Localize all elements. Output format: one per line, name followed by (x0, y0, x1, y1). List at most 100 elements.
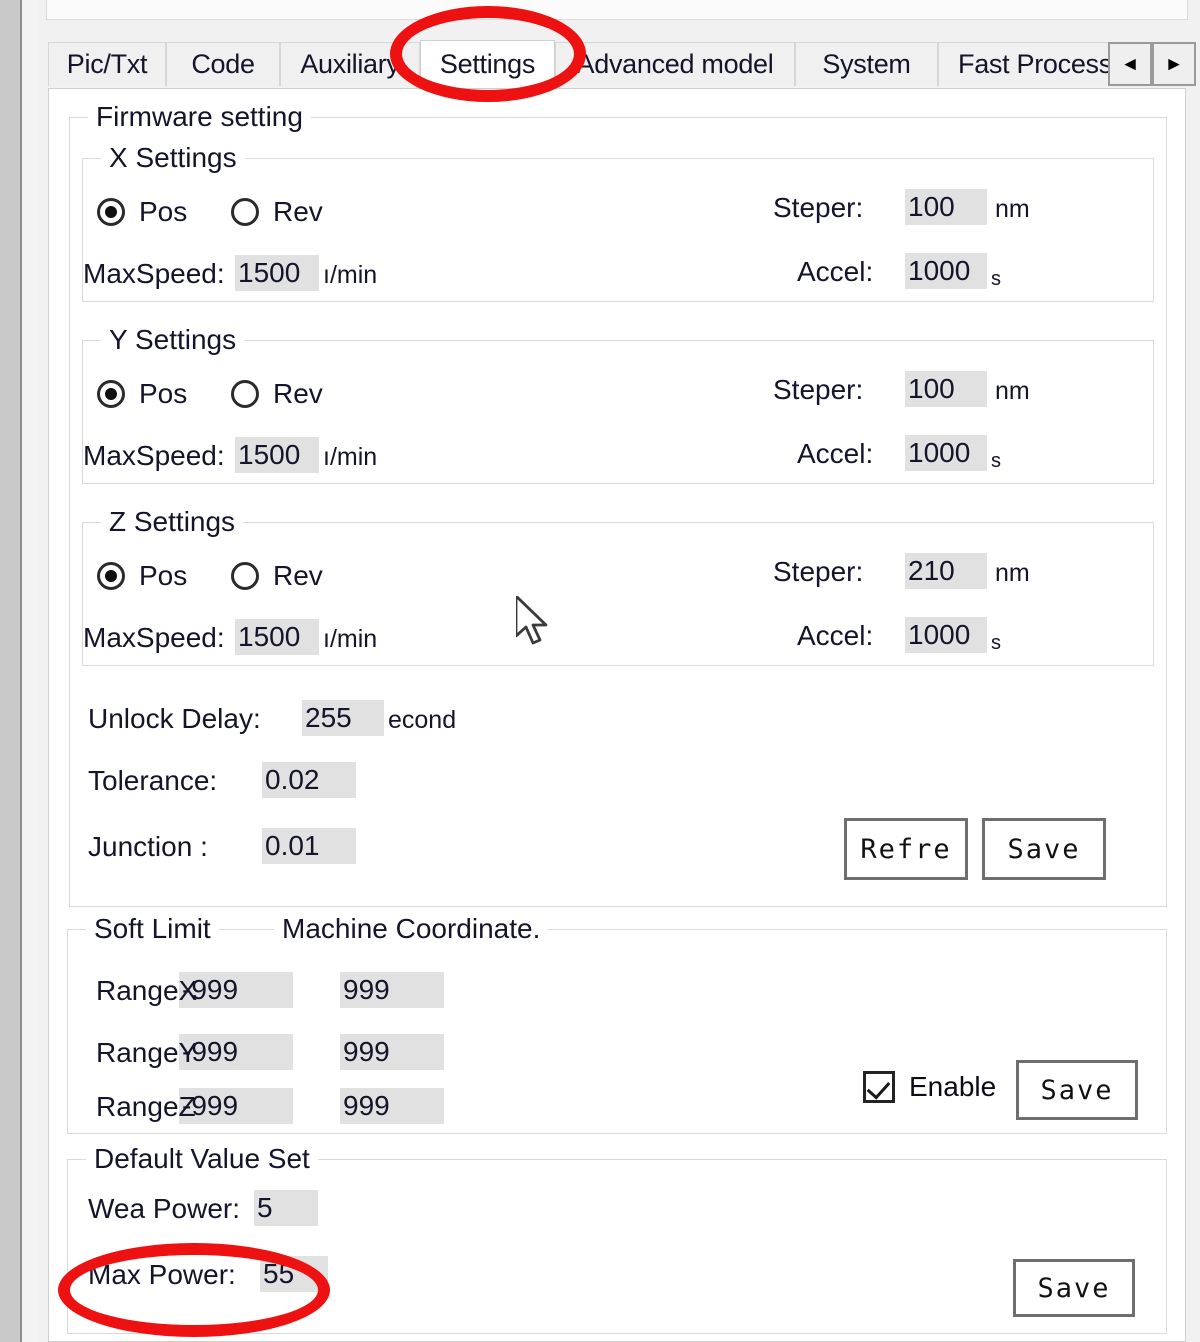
y-accel-unit: s (991, 450, 1001, 472)
machine-coordinate-title: Machine Coordinate. (274, 914, 549, 944)
tab-auxiliary[interactable]: Auxiliary (280, 42, 420, 86)
junction-input[interactable]: 0.01 (262, 828, 356, 864)
radio-circle-icon (231, 380, 259, 408)
soft-limit-range-z-label: RangeZ (96, 1091, 196, 1122)
radio-circle-icon (231, 562, 259, 590)
soft-limit-machine-x-input[interactable]: 999 (340, 972, 444, 1008)
z-accel-unit: s (991, 632, 1001, 654)
y-settings-group: Y Settings Pos Rev MaxSpeed: 1500 ı/min … (82, 325, 1154, 484)
unlock-delay-label: Unlock Delay: (88, 703, 261, 734)
tab-scroll-left-button[interactable]: ◄ (1108, 42, 1152, 86)
z-steper-label: Steper: (773, 556, 864, 587)
x-accel-input[interactable]: 1000 (905, 253, 987, 289)
soft-limit-group: Soft Limit Machine Coordinate. -999 Rang… (67, 914, 1167, 1134)
tab-bar: Pic/Txt Code Auxiliary Settings Advanced… (48, 40, 1196, 88)
radio-circle-icon (231, 198, 259, 226)
z-direction-pos-label: Pos (139, 560, 188, 591)
y-direction-pos-label: Pos (139, 378, 188, 409)
unlock-delay-input[interactable]: 255 (302, 700, 384, 736)
y-settings-title: Y Settings (101, 325, 245, 355)
tab-system[interactable]: System (795, 42, 938, 86)
window-left-border (0, 0, 22, 1342)
soft-limit-range-y-label: RangeY (96, 1037, 198, 1068)
radio-circle-icon (97, 562, 125, 590)
y-direction-rev-radio[interactable]: Rev (231, 379, 323, 409)
left-arrow-icon: ◄ (1120, 53, 1140, 75)
z-settings-group: Z Settings Pos Rev MaxSpeed: 1500 ı/min … (82, 507, 1154, 666)
x-direction-pos-label: Pos (139, 196, 188, 227)
z-direction-pos-radio[interactable]: Pos (97, 561, 187, 591)
tab-settings[interactable]: Settings (420, 40, 555, 88)
tab-label: Fast Process (958, 49, 1112, 79)
y-steper-input[interactable]: 100 (905, 371, 987, 407)
soft-limit-title: Soft Limit (86, 914, 219, 944)
unlock-delay-unit: econd (388, 706, 457, 734)
x-settings-title: X Settings (101, 143, 245, 173)
z-accel-input[interactable]: 1000 (905, 617, 987, 653)
tab-pic-txt[interactable]: Pic/Txt (48, 42, 166, 86)
wea-power-input[interactable]: 5 (254, 1190, 318, 1226)
right-arrow-icon: ► (1164, 53, 1184, 75)
y-accel-label: Accel: (797, 438, 874, 469)
tab-label: Settings (439, 49, 536, 79)
radio-circle-icon (97, 198, 125, 226)
tab-label: Auxiliary (300, 49, 400, 79)
tab-fast-process[interactable]: Fast Process (938, 42, 1132, 86)
soft-limit-range-x-label: RangeX (96, 975, 198, 1006)
tolerance-input[interactable]: 0.02 (262, 762, 356, 798)
z-steper-unit: nm (995, 559, 1030, 587)
tab-label: Advanced model (576, 49, 774, 79)
x-direction-rev-radio[interactable]: Rev (231, 197, 323, 227)
soft-limit-range-z-input[interactable]: -999 (179, 1088, 293, 1124)
z-maxspeed-input[interactable]: 1500 (235, 619, 319, 655)
x-settings-group: X Settings Pos Rev MaxSpeed: 1500 ı/min … (82, 143, 1154, 302)
default-value-set-title: Default Value Set (86, 1144, 318, 1174)
default-value-set-group: Default Value Set Wea Power: 5 Max Power… (67, 1144, 1167, 1334)
tab-scroll-right-button[interactable]: ► (1152, 42, 1196, 86)
tab-label: Code (191, 49, 255, 79)
y-maxspeed-label: MaxSpeed: (83, 440, 225, 471)
max-power-input[interactable]: 55 (260, 1256, 328, 1292)
tab-code[interactable]: Code (166, 42, 280, 86)
y-maxspeed-unit: ı/min (323, 443, 378, 471)
z-maxspeed-unit: ı/min (323, 625, 378, 653)
top-partial-panel (46, 0, 1188, 20)
z-maxspeed-label: MaxSpeed: (83, 622, 225, 653)
soft-limit-machine-z-input[interactable]: 999 (340, 1088, 444, 1124)
radio-circle-icon (97, 380, 125, 408)
x-steper-input[interactable]: 100 (905, 189, 987, 225)
wea-power-label: Wea Power: (88, 1193, 240, 1224)
x-steper-label: Steper: (773, 192, 864, 223)
firmware-setting-title: Firmware setting (88, 102, 311, 132)
x-accel-unit: s (991, 268, 1001, 290)
y-accel-input[interactable]: 1000 (905, 435, 987, 471)
z-direction-rev-label: Rev (273, 560, 323, 591)
y-direction-rev-label: Rev (273, 378, 323, 409)
firmware-refresh-button[interactable]: Refre (844, 818, 968, 880)
firmware-save-button[interactable]: Save (982, 818, 1106, 880)
x-direction-rev-label: Rev (273, 196, 323, 227)
z-steper-input[interactable]: 210 (905, 553, 987, 589)
tab-advanced-model[interactable]: Advanced model (555, 42, 795, 86)
tab-label: Pic/Txt (66, 49, 148, 79)
x-steper-unit: nm (995, 195, 1030, 223)
soft-limit-save-button[interactable]: Save (1016, 1060, 1138, 1120)
x-accel-label: Accel: (797, 256, 874, 287)
checkmark-icon (863, 1071, 895, 1103)
soft-limit-enable-checkbox[interactable]: Enable (863, 1071, 996, 1103)
soft-limit-machine-y-input[interactable]: 999 (340, 1034, 444, 1070)
z-direction-rev-radio[interactable]: Rev (231, 561, 323, 591)
y-direction-pos-radio[interactable]: Pos (97, 379, 187, 409)
z-accel-label: Accel: (797, 620, 874, 651)
tolerance-label: Tolerance: (88, 765, 218, 796)
soft-limit-enable-label: Enable (909, 1071, 997, 1102)
x-maxspeed-label: MaxSpeed: (83, 258, 225, 289)
firmware-setting-group: Firmware setting X Settings Pos Rev MaxS… (69, 102, 1167, 907)
x-maxspeed-input[interactable]: 1500 (235, 255, 319, 291)
x-direction-pos-radio[interactable]: Pos (97, 197, 187, 227)
default-value-save-button[interactable]: Save (1013, 1259, 1135, 1317)
z-settings-title: Z Settings (101, 507, 244, 537)
junction-label: Junction : (88, 831, 208, 862)
x-maxspeed-unit: ı/min (323, 261, 378, 289)
y-maxspeed-input[interactable]: 1500 (235, 437, 319, 473)
